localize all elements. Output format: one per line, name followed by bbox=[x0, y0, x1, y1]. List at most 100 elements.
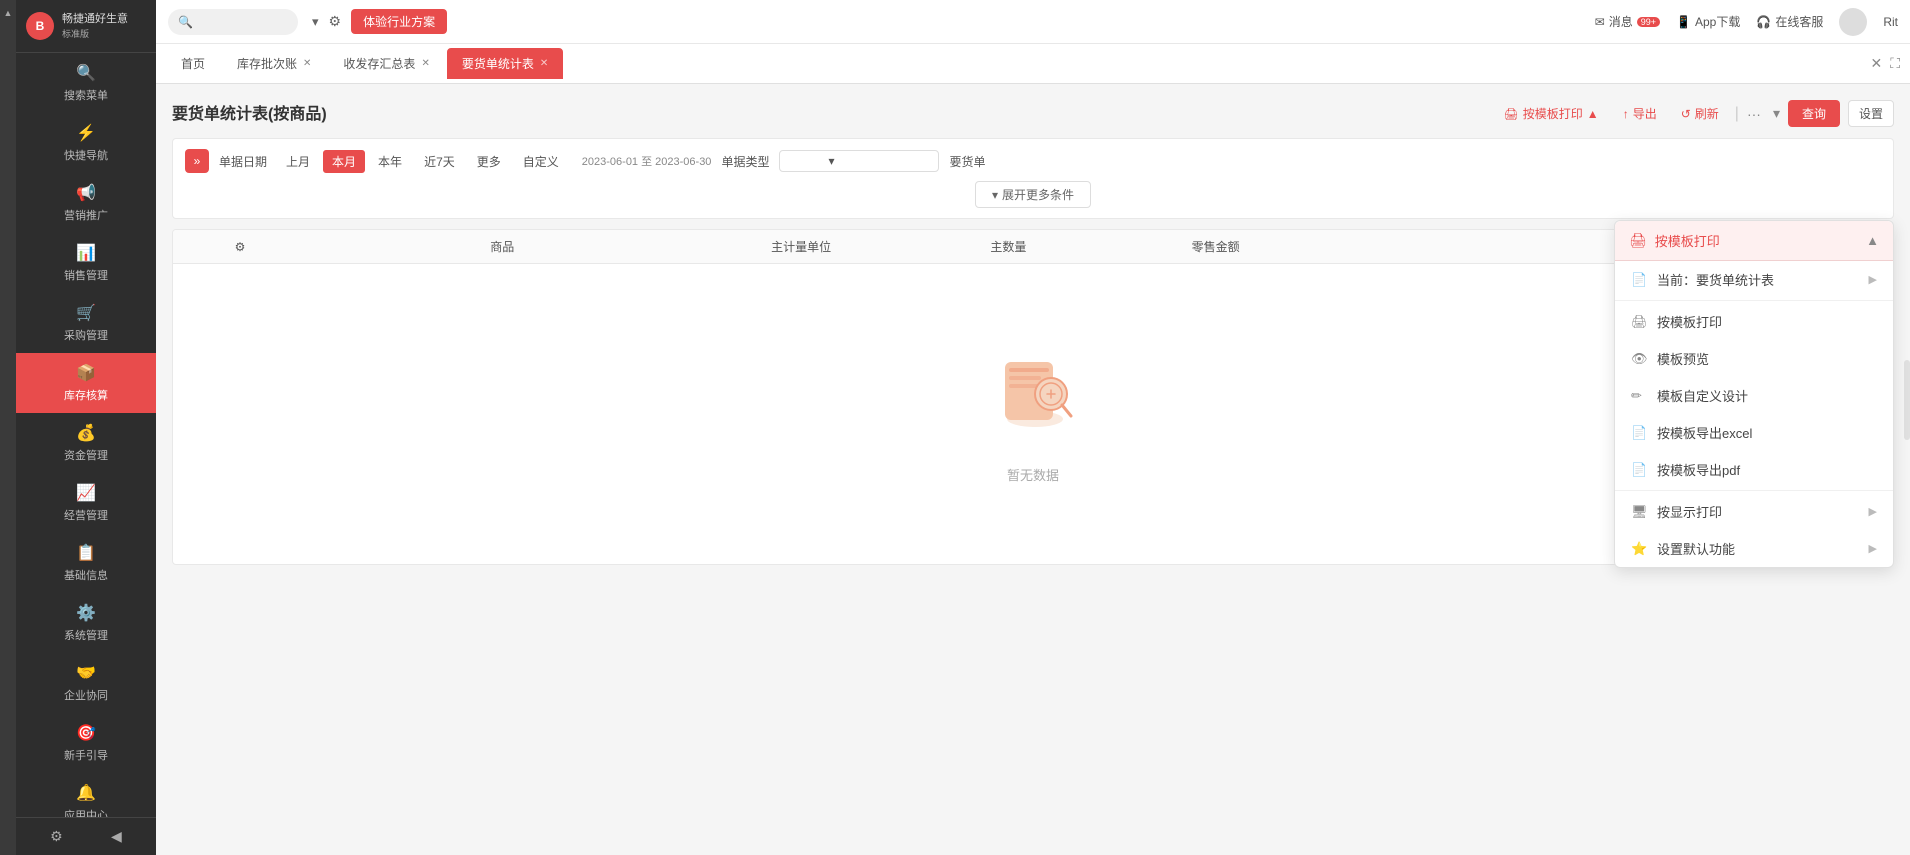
chevron-right-icon: ▶ bbox=[1869, 273, 1877, 286]
sidebar: B 畅捷通好生意 标准版 🔍 搜索菜单 ⚡ 快捷导航 📢 营销推广 📊 销售管理… bbox=[16, 0, 156, 855]
dropdown-divider-2 bbox=[1615, 490, 1893, 491]
order-type-tag: 要货单 bbox=[949, 153, 985, 170]
col-retail-amount: 零售金额 bbox=[1112, 230, 1319, 263]
prev-month-btn[interactable]: 上月 bbox=[277, 150, 319, 173]
window-close-btn[interactable]: ✕ bbox=[1870, 55, 1882, 72]
expand-icon: ▾ bbox=[992, 188, 998, 202]
username-label: Rit bbox=[1883, 15, 1898, 29]
dropdown-item-export-pdf[interactable]: 📄 按模板导出pdf bbox=[1615, 451, 1893, 488]
export-btn[interactable]: ↑ 导出 bbox=[1615, 101, 1665, 126]
tab-order-stats[interactable]: 要货单统计表 ✕ bbox=[447, 48, 563, 79]
tab-receipt-summary[interactable]: 收发存汇总表 ✕ bbox=[328, 48, 444, 79]
sidebar-item-basic[interactable]: 📋 基础信息 bbox=[16, 533, 156, 593]
dropdown-item-template-print[interactable]: 🖨 按模板打印 bbox=[1615, 303, 1893, 340]
sidebar-collapse-btn[interactable]: ◀ bbox=[111, 828, 122, 845]
printer2-icon: 🖨 bbox=[1631, 314, 1647, 330]
topbar-gear-btn[interactable]: ⚙ bbox=[329, 13, 342, 30]
sidebar-scroll-up[interactable]: ▲ bbox=[0, 0, 16, 855]
online-service-btn[interactable]: 🎧 在线客服 bbox=[1756, 13, 1823, 30]
current-year-btn[interactable]: 本年 bbox=[369, 150, 411, 173]
tab-home[interactable]: 首页 bbox=[166, 48, 220, 79]
window-maximize-btn[interactable]: ⛶ bbox=[1890, 55, 1900, 72]
search-icon: 🔍 bbox=[76, 63, 96, 83]
tab-close-inventory-batch[interactable]: ✕ bbox=[303, 58, 311, 69]
content-area: 要货单统计表(按商品) 🖨 按模板打印 ▲ ↑ 导出 ↺ 刷新 | ··· ▾ … bbox=[156, 84, 1910, 855]
filter-expand-btn[interactable]: » bbox=[185, 149, 209, 173]
content-actions: 🖨 按模板打印 ▲ ↑ 导出 ↺ 刷新 | ··· ▾ 查询 设置 bbox=[1496, 100, 1894, 127]
chart-icon: 📊 bbox=[76, 243, 96, 263]
search-box[interactable]: 🔍 bbox=[168, 9, 298, 35]
user-avatar[interactable] bbox=[1839, 8, 1867, 36]
trend-icon: 📈 bbox=[76, 483, 96, 503]
message-icon: ✉ bbox=[1595, 15, 1605, 29]
chevron-up-icon: ▲ bbox=[1587, 107, 1599, 121]
type-select[interactable]: ▾ bbox=[779, 150, 939, 172]
sidebar-item-finance[interactable]: 💰 资金管理 bbox=[16, 413, 156, 473]
sidebar-item-quick-nav[interactable]: ⚡ 快捷导航 bbox=[16, 113, 156, 173]
more-btn[interactable]: 更多 bbox=[468, 150, 510, 173]
download-icon: 📱 bbox=[1676, 15, 1691, 29]
custom-btn[interactable]: 自定义 bbox=[514, 150, 568, 173]
print-template-btn[interactable]: 🖨 按模板打印 ▲ bbox=[1496, 101, 1607, 126]
query-btn[interactable]: 查询 bbox=[1788, 100, 1840, 127]
tab-close-order-stats[interactable]: ✕ bbox=[540, 58, 548, 69]
app-download-btn[interactable]: 📱 App下载 bbox=[1676, 13, 1740, 30]
pencil-icon: ✏ bbox=[1631, 388, 1647, 404]
filter-bar: » 单据日期 上月 本月 本年 近7天 更多 自定义 2023-06-01 至 … bbox=[172, 138, 1894, 219]
tab-bar: 首页 库存批次账 ✕ 收发存汇总表 ✕ 要货单统计表 ✕ ✕ ⛶ bbox=[156, 44, 1910, 84]
dropdown-item-export-excel[interactable]: 📄 按模板导出excel bbox=[1615, 414, 1893, 451]
sidebar-item-appstore[interactable]: 🔔 应用中心 bbox=[16, 773, 156, 817]
sidebar-item-search[interactable]: 🔍 搜索菜单 bbox=[16, 53, 156, 113]
col-quantity: 主数量 bbox=[905, 230, 1112, 263]
main-area: 🔍 ▾ ⚙ 体验行业方案 ✉ 消息 99+ 📱 App下载 🎧 在线客服 Rit bbox=[156, 0, 1910, 855]
empty-icon bbox=[983, 344, 1083, 453]
7days-btn[interactable]: 近7天 bbox=[415, 150, 464, 173]
tab-close-receipt-summary[interactable]: ✕ bbox=[421, 58, 429, 69]
message-badge: 99+ bbox=[1637, 17, 1660, 27]
sidebar-item-collab[interactable]: 🤝 企业协同 bbox=[16, 653, 156, 713]
box-icon: 📦 bbox=[76, 363, 96, 383]
actions-expand-btn[interactable]: ▾ bbox=[1773, 105, 1780, 122]
sidebar-item-guide[interactable]: 🎯 新手引导 bbox=[16, 713, 156, 773]
dropdown-current-template[interactable]: 📄 当前：要货单统计表 ▶ bbox=[1615, 261, 1893, 298]
col-goods: 商品 bbox=[307, 230, 698, 263]
gear-icon: ⚙️ bbox=[76, 603, 96, 623]
trial-btn[interactable]: 体验行业方案 bbox=[351, 9, 447, 34]
refresh-btn[interactable]: ↺ 刷新 bbox=[1673, 101, 1727, 126]
settings-btn[interactable]: 设置 bbox=[1848, 100, 1894, 127]
dropdown-item-template-design[interactable]: ✏ 模板自定义设计 bbox=[1615, 377, 1893, 414]
sidebar-item-sales[interactable]: 📊 销售管理 bbox=[16, 233, 156, 293]
scrollbar[interactable] bbox=[1904, 360, 1910, 440]
template-icon: 📄 bbox=[1631, 272, 1647, 288]
pdf-icon: 📄 bbox=[1631, 462, 1647, 478]
export-icon: ↑ bbox=[1623, 107, 1629, 121]
sidebar-item-system[interactable]: ⚙️ 系统管理 bbox=[16, 593, 156, 653]
col-settings[interactable]: ⚙ bbox=[173, 232, 307, 262]
sidebar-item-inventory[interactable]: 📦 库存核算 bbox=[16, 353, 156, 413]
clipboard-icon: 📋 bbox=[76, 543, 96, 563]
filter-row: » 单据日期 上月 本月 本年 近7天 更多 自定义 2023-06-01 至 … bbox=[185, 149, 1881, 173]
dropdown-display-print[interactable]: 🖥 按显示打印 ▶ bbox=[1615, 493, 1893, 530]
message-btn[interactable]: ✉ 消息 99+ bbox=[1595, 13, 1660, 30]
bell-icon: 🔔 bbox=[76, 783, 96, 803]
current-month-btn[interactable]: 本月 bbox=[323, 150, 365, 173]
topbar-dropdown-btn[interactable]: ▾ bbox=[312, 14, 319, 30]
sidebar-item-marketing[interactable]: 📢 营销推广 bbox=[16, 173, 156, 233]
sidebar-item-purchase[interactable]: 🛒 采购管理 bbox=[16, 293, 156, 353]
date-label: 单据日期 bbox=[219, 153, 267, 170]
headset-icon: 🎧 bbox=[1756, 15, 1771, 29]
expand-more-btn[interactable]: ▾ 展开更多条件 bbox=[975, 181, 1091, 208]
handshake-icon: 🤝 bbox=[76, 663, 96, 683]
dropdown-set-default[interactable]: ⭐ 设置默认功能 ▶ bbox=[1615, 530, 1893, 567]
dropdown-close-btn[interactable]: ▲ bbox=[1866, 233, 1879, 248]
tab-inventory-batch[interactable]: 库存批次账 ✕ bbox=[222, 48, 326, 79]
more-actions-btn[interactable]: ··· bbox=[1747, 106, 1761, 122]
dropdown-item-template-preview[interactable]: 👁 模板预览 bbox=[1615, 340, 1893, 377]
sidebar-settings-btn[interactable]: ⚙ bbox=[50, 828, 63, 845]
dropdown-header-title: 🖨 按模板打印 bbox=[1629, 231, 1720, 250]
display-icon: 🖥 bbox=[1631, 504, 1647, 520]
date-buttons: 上月 本月 本年 近7天 更多 自定义 bbox=[277, 150, 568, 173]
empty-illustration bbox=[983, 344, 1083, 434]
topbar: 🔍 ▾ ⚙ 体验行业方案 ✉ 消息 99+ 📱 App下载 🎧 在线客服 Rit bbox=[156, 0, 1910, 44]
sidebar-item-operation[interactable]: 📈 经营管理 bbox=[16, 473, 156, 533]
